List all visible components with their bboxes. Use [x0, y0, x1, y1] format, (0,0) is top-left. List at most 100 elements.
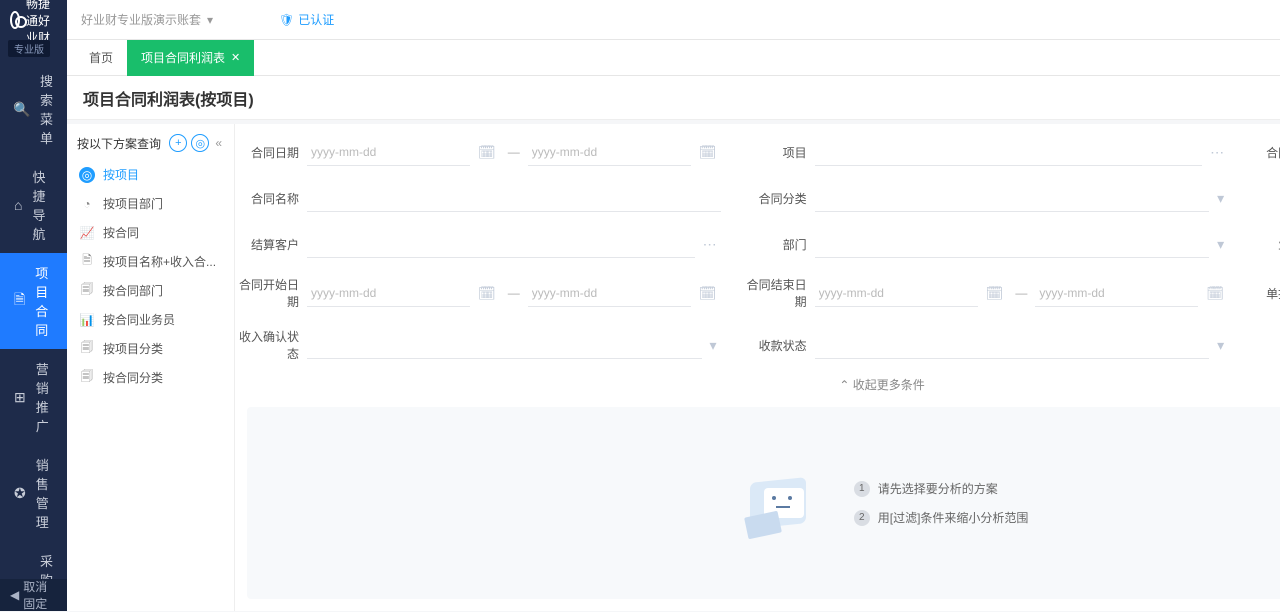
- contract-name-input[interactable]: [307, 184, 721, 212]
- range-dash: —: [1011, 286, 1031, 300]
- settle-customer-input[interactable]: [307, 230, 695, 258]
- empty-illustration-icon: [736, 458, 826, 548]
- tab-home-label: 首页: [89, 49, 113, 66]
- label-doc-status: 单据状态: [1250, 285, 1280, 302]
- field-dept: 部门 ▾: [743, 230, 1229, 258]
- collapse-filters-button[interactable]: ⌃ 收起更多条件: [839, 378, 924, 392]
- account-select[interactable]: 好业财专业版演示账套 ▾: [81, 11, 261, 28]
- scheme-item-icon: 🗎: [79, 254, 95, 270]
- chevron-down-icon[interactable]: ▾: [1213, 236, 1228, 253]
- chevron-down-icon[interactable]: ▾: [706, 337, 721, 354]
- scheme-item-1[interactable]: ◔按项目部门: [73, 189, 228, 218]
- field-contract-end: 合同结束日期 🗓 — 🗓: [743, 276, 1229, 310]
- scheme-item-4[interactable]: 🗐按合同部门: [73, 276, 228, 305]
- scheme-item-6[interactable]: 🗐按项目分类: [73, 334, 228, 363]
- nav-icon: 🗎: [14, 293, 25, 309]
- scheme-head: 按以下方案查询 + ◎ «: [73, 134, 228, 152]
- scheme-item-icon: 🗐: [79, 370, 95, 386]
- field-revenue-status: 收入确认状态 ▾: [235, 328, 721, 362]
- tab-profit-report[interactable]: 项目合同利润表 ✕: [127, 40, 254, 76]
- tab-home[interactable]: 首页: [75, 40, 127, 76]
- verified-label: 已认证: [298, 11, 334, 28]
- page-title: 项目合同利润表(按项目): [83, 86, 254, 110]
- field-contract-start: 合同开始日期 🗓 — 🗓: [235, 276, 721, 310]
- edition-badge: 专业版: [8, 40, 50, 57]
- more-icon[interactable]: ⋯: [1206, 144, 1228, 161]
- pin-icon: ◀: [10, 588, 19, 602]
- nav-icon: 🔍: [14, 101, 30, 117]
- chevron-down-icon: ▾: [207, 13, 213, 27]
- empty-hints: 1 请先选择要分析的方案 2 用[过滤]条件来缩小分析范围: [854, 480, 1029, 526]
- field-contract-date: 合同日期 🗓 — 🗓: [235, 138, 721, 166]
- filter-form-wrap: 合同日期 🗓 — 🗓 项目 ⋯: [235, 124, 1280, 611]
- nav-icon: ⌂: [14, 197, 22, 213]
- more-icon[interactable]: ⋯: [699, 236, 721, 253]
- scheme-collapse-button[interactable]: «: [213, 136, 224, 150]
- chevron-down-icon[interactable]: ▾: [1213, 190, 1228, 207]
- empty-state: 1 请先选择要分析的方案 2 用[过滤]条件来缩小分析范围: [247, 407, 1280, 599]
- main: 好业财专业版演示账套 ▾ 🛡 已认证 💬 消息 1 📱 App下载 珠珠: [67, 0, 1280, 611]
- project-input[interactable]: [815, 138, 1203, 166]
- content-row: 按以下方案查询 + ◎ « ◎按项目◔按项目部门📈按合同🗎按项目名称+收入合..…: [67, 124, 1280, 611]
- scheme-add-button[interactable]: +: [169, 134, 187, 152]
- scheme-settings-button[interactable]: ◎: [191, 134, 209, 152]
- label-contract-date: 合同日期: [235, 144, 307, 161]
- sidebar: 畅捷通好业财 专业版 🔍搜索菜单⌂快捷导航🗎项目合同⊞营销推广✪销售管理🛒采购管…: [0, 0, 67, 611]
- pin-toggle[interactable]: ◀ 取消固定: [0, 579, 67, 611]
- contract-cat-select[interactable]: [815, 184, 1210, 212]
- scheme-item-3[interactable]: 🗎按项目名称+收入合...: [73, 247, 228, 276]
- chevron-down-icon[interactable]: ▾: [1213, 337, 1228, 354]
- dept-select[interactable]: [815, 230, 1210, 258]
- field-settle-customer: 结算客户 ⋯: [235, 230, 721, 258]
- topbar: 好业财专业版演示账套 ▾ 🛡 已认证 💬 消息 1 📱 App下载 珠珠: [67, 0, 1280, 40]
- label-salesman: 业务员: [1250, 236, 1280, 253]
- label-contract-no: 合同编码: [1250, 144, 1280, 161]
- scheme-item-icon: ◎: [79, 167, 95, 183]
- sidebar-item-4[interactable]: ✪销售管理: [0, 445, 67, 541]
- collapse-label: 收起更多条件: [853, 378, 925, 392]
- contract-end-to-input[interactable]: [1035, 279, 1198, 307]
- calendar-icon[interactable]: 🗓: [982, 285, 1008, 302]
- range-dash: —: [504, 145, 524, 159]
- scheme-item-label: 按项目分类: [103, 340, 163, 357]
- label-contract-end: 合同结束日期: [743, 276, 815, 310]
- scheme-item-icon: 📊: [79, 312, 95, 328]
- label-contract-start: 合同开始日期: [235, 276, 307, 310]
- nav-label: 搜索菜单: [40, 71, 53, 147]
- scheme-item-2[interactable]: 📈按合同: [73, 218, 228, 247]
- revenue-status-select[interactable]: [307, 331, 702, 359]
- close-icon[interactable]: ✕: [231, 51, 240, 64]
- calendar-icon[interactable]: 🗓: [474, 144, 500, 161]
- calendar-icon[interactable]: 🗓: [695, 285, 721, 302]
- calendar-icon[interactable]: 🗓: [695, 144, 721, 161]
- scheme-item-icon: 📈: [79, 225, 95, 241]
- page-header: 项目合同利润表(按项目) ⇪ 导出 ⟳ 刷新: [67, 76, 1280, 120]
- contract-start-from-input[interactable]: [307, 279, 470, 307]
- contract-date-from-input[interactable]: [307, 138, 470, 166]
- calendar-icon[interactable]: 🗓: [474, 285, 500, 302]
- scheme-item-5[interactable]: 📊 按合同业务员: [73, 305, 228, 334]
- sidebar-item-1[interactable]: ⌂快捷导航: [0, 157, 67, 253]
- calendar-icon[interactable]: 🗓: [1202, 285, 1228, 302]
- scheme-item-0[interactable]: ◎按项目: [73, 160, 228, 189]
- contract-date-to-input[interactable]: [528, 138, 691, 166]
- scheme-item-label: 按合同业务员: [103, 311, 175, 328]
- scheme-item-7[interactable]: 🗐按合同分类: [73, 363, 228, 392]
- field-receipt-status: 收款状态 ▾: [743, 328, 1229, 362]
- receipt-status-select[interactable]: [815, 331, 1210, 359]
- contract-start-to-input[interactable]: [528, 279, 691, 307]
- brand-logo-icon: [10, 11, 20, 29]
- hint-number: 2: [854, 510, 870, 526]
- tab-active-label: 项目合同利润表: [141, 49, 225, 66]
- verified-badge: 🛡 已认证: [279, 11, 334, 28]
- sidebar-item-0[interactable]: 🔍 搜索菜单: [0, 61, 67, 157]
- scheme-item-icon: 🗐: [79, 283, 95, 299]
- shield-icon: 🛡: [279, 13, 294, 27]
- sidebar-item-2[interactable]: 🗎项目合同: [0, 253, 67, 349]
- field-customer: 客户 ⋯: [1250, 184, 1280, 212]
- field-empty: [1250, 328, 1280, 362]
- sidebar-item-5[interactable]: 🛒采购管理: [0, 541, 67, 579]
- contract-end-from-input[interactable]: [815, 279, 978, 307]
- sidebar-item-3[interactable]: ⊞营销推广: [0, 349, 67, 445]
- hint-2-text: 用[过滤]条件来缩小分析范围: [878, 509, 1029, 526]
